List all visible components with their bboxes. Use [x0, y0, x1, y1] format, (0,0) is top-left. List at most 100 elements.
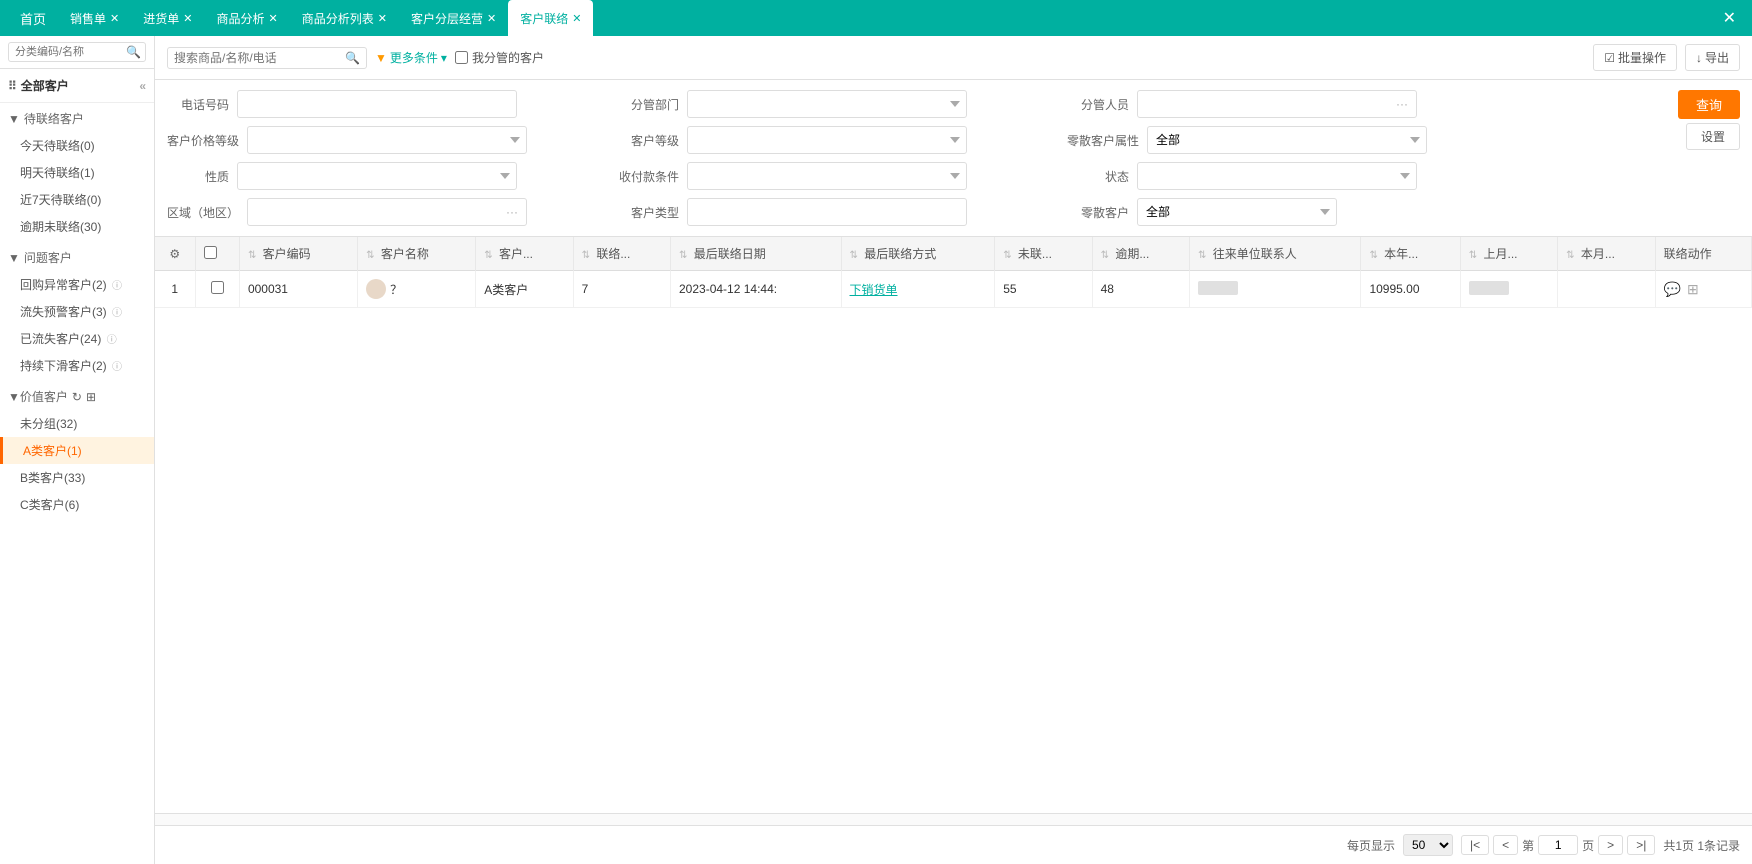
filter-retail: 零散客户 全部 — [1067, 198, 1497, 226]
nav-item-customer-contact[interactable]: 客户联络 ✕ — [508, 0, 593, 36]
first-page-btn[interactable]: |< — [1461, 835, 1489, 855]
filter-more-btn[interactable]: ▼ 更多条件 ▾ — [375, 49, 447, 66]
row-contact-count: 7 — [573, 271, 670, 308]
my-customers-checkbox[interactable]: 我分管的客户 — [455, 49, 544, 66]
filter-retail-attr-select[interactable]: 全部 — [1147, 126, 1427, 154]
table-gear-col[interactable]: ⚙ — [155, 237, 195, 271]
sidebar-group-pending-title[interactable]: ▼ 待联络客户 — [0, 105, 154, 132]
row-check — [195, 271, 239, 308]
filter-region: 区域（地区） ··· — [167, 198, 597, 226]
row-overdue: 48 — [1092, 271, 1189, 308]
check-icon: ☑ — [1604, 51, 1615, 65]
sidebar-item-loss-warning[interactable]: 流失预警客户(3) ⓘ — [0, 298, 154, 325]
table-col-this-year[interactable]: ⇅ 本年... — [1361, 237, 1460, 271]
sidebar-group-value: ▼ 价值客户 ↻ ⊞ 未分组(32) A类客户(1) B类客户(33) C类客户… — [0, 381, 154, 520]
filter-region-select[interactable]: ··· — [247, 198, 527, 226]
nav-close-customer-mgmt[interactable]: ✕ — [487, 12, 496, 25]
filter-search-input[interactable] — [174, 51, 345, 65]
nav-item-analysis-list[interactable]: 商品分析列表 ✕ — [290, 0, 399, 36]
sidebar-item-7days[interactable]: 近7天待联络(0) — [0, 186, 154, 213]
sidebar-item-today[interactable]: 今天待联络(0) — [0, 132, 154, 159]
sidebar-item-ungrouped[interactable]: 未分组(32) — [0, 410, 154, 437]
nav-close-customer-contact[interactable]: ✕ — [572, 12, 581, 25]
window-close-button[interactable]: ✕ — [1715, 8, 1744, 28]
filter-cust-level: 客户等级 — [617, 126, 1047, 154]
nav-item-purchase[interactable]: 进货单 ✕ — [131, 0, 204, 36]
add-icon[interactable]: ⊞ — [86, 390, 96, 404]
sidebar-group-problem-title[interactable]: ▼ 问题客户 — [0, 244, 154, 271]
filter-phone-input[interactable] — [237, 90, 517, 118]
next-page-btn[interactable]: > — [1598, 835, 1623, 855]
sidebar-item-class-b[interactable]: B类客户(33) — [0, 464, 154, 491]
last-page-btn[interactable]: >| — [1627, 835, 1655, 855]
table-col-name[interactable]: ⇅ 客户名称 — [358, 237, 476, 271]
filter-price-select[interactable] — [247, 126, 527, 154]
table-col-category[interactable]: ⇅ 客户... — [476, 237, 573, 271]
export-btn[interactable]: ↓ 导出 — [1685, 44, 1740, 71]
nav-item-customer-mgmt[interactable]: 客户分层经营 ✕ — [399, 0, 508, 36]
sidebar-item-lost[interactable]: 已流失客户(24) ⓘ — [0, 325, 154, 352]
batch-btn[interactable]: ☑ 批量操作 — [1593, 44, 1677, 71]
filter-dept-select[interactable] — [687, 90, 967, 118]
filter-status-select[interactable] — [1137, 162, 1417, 190]
table-col-last-month[interactable]: ⇅ 上月... — [1460, 237, 1557, 271]
my-customers-check[interactable] — [455, 51, 468, 64]
prev-page-btn[interactable]: < — [1493, 835, 1518, 855]
sidebar-group-pending: ▼ 待联络客户 今天待联络(0) 明天待联络(1) 近7天待联络(0) 逾期未联… — [0, 103, 154, 242]
filter-cust-level-select[interactable] — [687, 126, 967, 154]
query-button[interactable]: 查询 — [1678, 90, 1740, 119]
filter-cust-type-input[interactable] — [687, 198, 967, 226]
filter-status: 状态 — [1067, 162, 1497, 190]
filter-payment-select[interactable] — [687, 162, 967, 190]
sidebar-item-repurchase-abnormal[interactable]: 回购异常客户(2) ⓘ — [0, 271, 154, 298]
table-col-overdue[interactable]: ⇅ 逾期... — [1092, 237, 1189, 271]
sidebar-item-tomorrow[interactable]: 明天待联络(1) — [0, 159, 154, 186]
pagination-nav: |< < 第 页 > >| — [1461, 835, 1655, 855]
filter-phone: 电话号码 — [167, 90, 597, 118]
sidebar-item-class-a[interactable]: A类客户(1) — [0, 437, 154, 464]
nav-item-analysis[interactable]: 商品分析 ✕ — [204, 0, 289, 36]
per-page-select[interactable]: 50 20 100 — [1403, 834, 1453, 856]
refresh-icon[interactable]: ↻ — [72, 390, 82, 404]
table-col-not-contacted[interactable]: ⇅ 未联... — [995, 237, 1092, 271]
filter-nature-select[interactable] — [237, 162, 517, 190]
filter-nature: 性质 — [167, 162, 597, 190]
nav-item-sales[interactable]: 销售单 ✕ — [58, 0, 131, 36]
filter-price-level: 客户价格等级 — [167, 126, 597, 154]
table-col-code[interactable]: ⇅ 客户编码 — [239, 237, 357, 271]
main-layout: 🔍 ⠿ 全部客户 « ▼ 待联络客户 今天待联络(0) 明天待联络(1) 近7天… — [0, 36, 1752, 864]
nav-close-analysis-list[interactable]: ✕ — [378, 12, 387, 25]
chat-icon[interactable]: 💬 — [1664, 281, 1681, 298]
table-row: 1 000031 ？ A类客户 7 2023 — [155, 271, 1752, 308]
sidebar-item-overdue[interactable]: 逾期未联络(30) — [0, 213, 154, 240]
table-col-contact-count[interactable]: ⇅ 联络... — [573, 237, 670, 271]
sidebar-item-declining[interactable]: 持续下滑客户(2) ⓘ — [0, 352, 154, 379]
filter-person-select[interactable]: ··· — [1137, 90, 1417, 118]
table-col-this-month[interactable]: ⇅ 本月... — [1558, 237, 1655, 271]
filter-search-container: 🔍 — [167, 47, 367, 69]
row-checkbox[interactable] — [211, 281, 224, 294]
pagination: 每页显示 50 20 100 |< < 第 页 > >| 共1页 1条记录 — [155, 825, 1752, 864]
page-input[interactable] — [1538, 835, 1578, 855]
table-col-last-method[interactable]: ⇅ 最后联络方式 — [841, 237, 995, 271]
horizontal-scrollbar[interactable] — [155, 813, 1752, 825]
qr-icon[interactable]: ⊞ — [1687, 281, 1699, 298]
last-method-link[interactable]: 下销货单 — [850, 283, 898, 297]
table-col-unit-contact[interactable]: ⇅ 往来单位联系人 — [1189, 237, 1360, 271]
nav-close-sales[interactable]: ✕ — [110, 12, 119, 25]
sidebar-item-class-c[interactable]: C类客户(6) — [0, 491, 154, 518]
row-this-month — [1558, 271, 1655, 308]
collapse-icon[interactable]: « — [139, 79, 146, 93]
nav-home[interactable]: 首页 — [8, 9, 58, 28]
nav-close-purchase[interactable]: ✕ — [183, 12, 192, 25]
nav-close-analysis[interactable]: ✕ — [269, 12, 278, 25]
select-all-checkbox[interactable] — [204, 246, 217, 259]
sidebar-all-customers[interactable]: ⠿ 全部客户 « — [0, 69, 154, 103]
table-col-last-date[interactable]: ⇅ 最后联络日期 — [671, 237, 842, 271]
arrow-down-icon: ▼ — [8, 112, 20, 126]
filter-retail-select[interactable]: 全部 — [1137, 198, 1337, 226]
filter-bar: 🔍 ▼ 更多条件 ▾ 我分管的客户 ☑ 批量操作 ↓ 导出 — [155, 36, 1752, 80]
settings-button[interactable]: 设置 — [1686, 123, 1740, 150]
row-not-contacted: 55 — [995, 271, 1092, 308]
pagination-total: 共1页 1条记录 — [1663, 837, 1740, 854]
